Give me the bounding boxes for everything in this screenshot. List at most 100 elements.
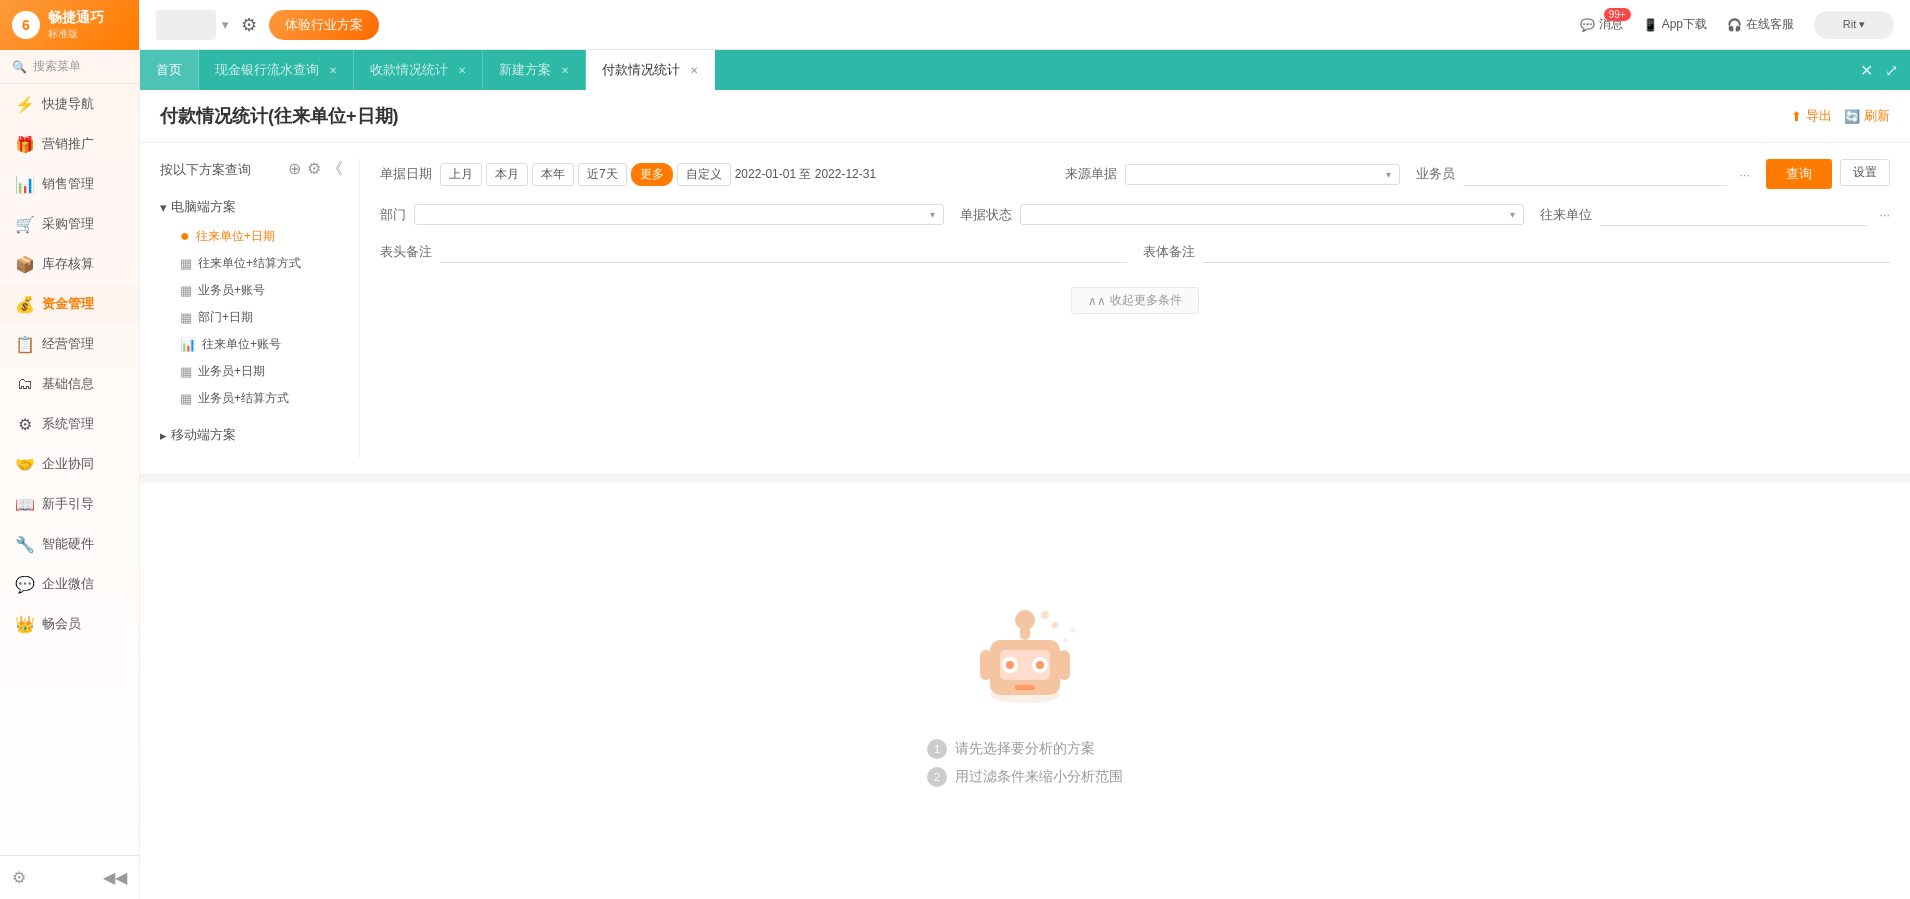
dept-select[interactable]: ▾	[414, 204, 944, 225]
sidebar-item-label: 快捷导航	[42, 95, 94, 113]
filter-main: 单据日期 上月 本月 本年 近7天 更多 自定义 2022-01-01 至 20…	[360, 159, 1890, 458]
svg-point-5	[1006, 661, 1014, 669]
sidebar-item-wechat[interactable]: 💬 企业微信	[0, 564, 139, 604]
body-note-label: 表体备注	[1143, 243, 1195, 261]
logo-name: 畅捷通巧	[48, 9, 104, 27]
page-content: 付款情况统计(往来单位+日期) ⬆ 导出 🔄 刷新	[140, 90, 1910, 899]
sidebar-item-label: 畅会员	[42, 615, 81, 633]
date-btn-this-year[interactable]: 本年	[532, 163, 574, 186]
body-note-input[interactable]	[1203, 240, 1890, 263]
basic-info-icon: 🗂	[16, 375, 34, 393]
tab-cash-bank[interactable]: 现金银行流水查询 ✕	[199, 50, 354, 90]
collapse-sidebar-btn[interactable]: ◀◀	[103, 868, 127, 887]
scheme-item-partner-account[interactable]: 📊 往来单位+账号	[160, 331, 343, 358]
sidebar-item-guide[interactable]: 📖 新手引导	[0, 484, 139, 524]
filter-item-body-note: 表体备注	[1143, 240, 1890, 263]
sidebar-item-quick-nav[interactable]: ⚡ 快捷导航	[0, 84, 139, 124]
add-scheme-btn[interactable]: ⊕	[288, 159, 301, 180]
filter-action-buttons: 查询 设置	[1766, 159, 1890, 189]
search-menu[interactable]: 🔍 搜索菜单	[0, 50, 139, 84]
sidebar-item-label: 企业协同	[42, 455, 94, 473]
sidebar-item-inventory[interactable]: 📦 库存核算	[0, 244, 139, 284]
message-action[interactable]: 💬 消息 99+	[1580, 16, 1623, 33]
expand-tabs-btn[interactable]: ⤢	[1885, 61, 1898, 80]
filter-item-staff: 业务员 ···	[1416, 163, 1751, 186]
source-chevron-icon: ▾	[1386, 169, 1391, 180]
tab-income-close[interactable]: ✕	[458, 65, 466, 76]
tab-home[interactable]: 首页	[140, 50, 199, 90]
mobile-scheme-title[interactable]: ▸ 移动端方案	[160, 420, 343, 450]
sidebar-item-operations[interactable]: 📋 经营管理	[0, 324, 139, 364]
source-label: 来源单据	[1065, 165, 1117, 183]
tip-num-1: 1	[927, 739, 947, 759]
staff-dots-btn[interactable]: ···	[1739, 167, 1750, 182]
source-select[interactable]: ▾	[1125, 164, 1400, 185]
sidebar-item-member[interactable]: 👑 畅会员	[0, 604, 139, 644]
content-divider	[140, 475, 1910, 483]
date-btn-custom[interactable]: 自定义	[677, 163, 731, 186]
tip-num-2: 2	[927, 767, 947, 787]
desktop-scheme-title[interactable]: ▾ 电脑端方案	[160, 192, 343, 222]
tab-income-stats[interactable]: 收款情况统计 ✕	[354, 50, 483, 90]
tab-cash-bank-close[interactable]: ✕	[329, 65, 337, 76]
tab-payment-close[interactable]: ✕	[690, 65, 698, 76]
user-chevron-icon[interactable]: ▾	[222, 17, 229, 32]
desktop-scheme-section: ▾ 电脑端方案 ● 往来单位+日期 ▦ 往来单位+结算方式 ▦	[160, 192, 343, 412]
scheme-sidebar: 按以下方案查询 ⊕ ⚙ 《 ▾ 电脑端方案 ●	[160, 159, 360, 458]
sidebar-item-enterprise[interactable]: 🤝 企业协同	[0, 444, 139, 484]
chevron-right-icon: ▸	[160, 428, 167, 443]
scheme-item-dept-date[interactable]: ▦ 部门+日期	[160, 304, 343, 331]
refresh-label: 刷新	[1864, 107, 1890, 125]
scheme-item-label: 业务员+结算方式	[198, 390, 289, 407]
sidebar-item-marketing[interactable]: 🎁 营销推广	[0, 124, 139, 164]
settings-button[interactable]: 设置	[1840, 159, 1890, 186]
sidebar-item-hardware[interactable]: 🔧 智能硬件	[0, 524, 139, 564]
sidebar-item-finance[interactable]: 💰 资金管理	[0, 284, 139, 324]
date-btn-last-month[interactable]: 上月	[440, 163, 482, 186]
settings-scheme-btn[interactable]: ⚙	[307, 159, 321, 180]
tab-cash-bank-label: 现金银行流水查询	[215, 61, 319, 79]
sidebar-item-label: 营销推广	[42, 135, 94, 153]
query-button[interactable]: 查询	[1766, 159, 1832, 189]
app-download-action[interactable]: 📱 App下载	[1643, 16, 1707, 33]
partner-input[interactable]	[1600, 203, 1867, 226]
sidebar-item-purchase[interactable]: 🛒 采购管理	[0, 204, 139, 244]
export-button[interactable]: ⬆ 导出	[1791, 107, 1832, 125]
sidebar-item-sales[interactable]: 📊 销售管理	[0, 164, 139, 204]
scheme-actions: ⊕ ⚙ 《	[288, 159, 343, 180]
scheme-item-staff-account[interactable]: ▦ 业务员+账号	[160, 277, 343, 304]
topbar-actions: 💬 消息 99+ 📱 App下载 🎧 在线客服 Rit ▾	[1580, 11, 1894, 39]
staff-input[interactable]	[1463, 163, 1728, 186]
table-icon-2: ▦	[180, 283, 192, 298]
date-btn-more[interactable]: 更多	[631, 163, 673, 186]
refresh-button[interactable]: 🔄 刷新	[1844, 107, 1890, 125]
sidebar-item-basic-info[interactable]: 🗂 基础信息	[0, 364, 139, 404]
online-service-action[interactable]: 🎧 在线客服	[1727, 16, 1794, 33]
svg-point-15	[1071, 628, 1076, 633]
close-all-tabs-btn[interactable]: ✕	[1860, 61, 1873, 80]
status-select[interactable]: ▾	[1020, 204, 1524, 225]
collapse-conditions-btn[interactable]: ∧∧ 收起更多条件	[1071, 287, 1199, 314]
settings-footer-btn[interactable]: ⚙	[12, 868, 26, 887]
scheme-item-partner-date[interactable]: ● 往来单位+日期	[160, 222, 343, 250]
tab-payment-stats[interactable]: 付款情况统计 ✕	[586, 50, 715, 90]
topbar-user-profile[interactable]: Rit ▾	[1814, 11, 1894, 39]
svg-point-14	[1041, 611, 1049, 619]
trial-button[interactable]: 体验行业方案	[269, 10, 379, 40]
search-label: 搜索菜单	[33, 58, 81, 75]
date-btn-this-month[interactable]: 本月	[486, 163, 528, 186]
collapse-scheme-btn[interactable]: 《	[327, 159, 343, 180]
svg-rect-7	[1015, 685, 1035, 690]
settings-icon[interactable]: ⚙	[241, 14, 257, 36]
tab-new-scheme[interactable]: 新建方案 ✕	[483, 50, 586, 90]
scheme-item-staff-date[interactable]: ▦ 业务员+日期	[160, 358, 343, 385]
tab-new-scheme-close[interactable]: ✕	[561, 65, 569, 76]
scheme-item-partner-settle[interactable]: ▦ 往来单位+结算方式	[160, 250, 343, 277]
desktop-scheme-label: 电脑端方案	[171, 198, 236, 216]
date-btn-7days[interactable]: 近7天	[578, 163, 627, 186]
sidebar-item-system[interactable]: ⚙ 系统管理	[0, 404, 139, 444]
scheme-item-staff-settle[interactable]: ▦ 业务员+结算方式	[160, 385, 343, 412]
partner-dots-btn[interactable]: ···	[1879, 207, 1890, 222]
scheme-item-label: 往来单位+日期	[196, 228, 275, 245]
header-note-input[interactable]	[440, 240, 1127, 263]
